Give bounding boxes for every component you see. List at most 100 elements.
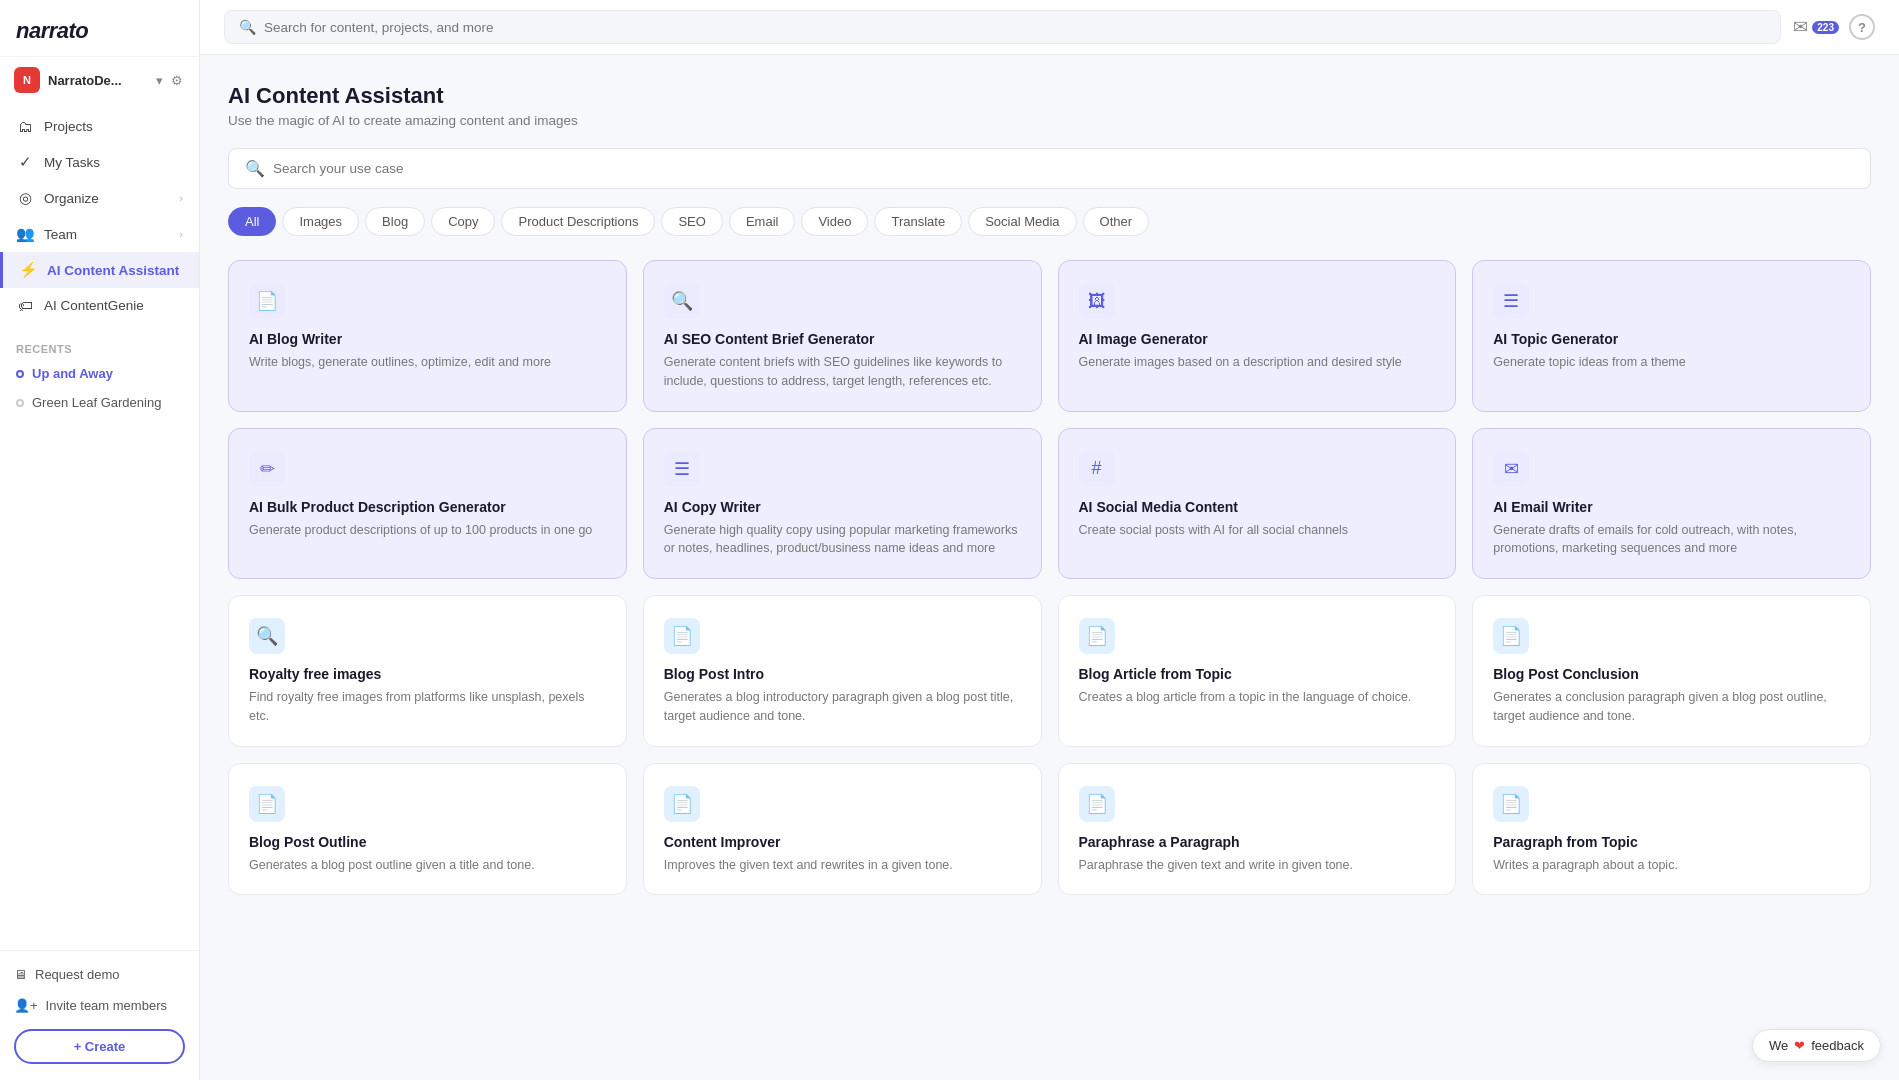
ai-copy-writer-title: AI Copy Writer [664,499,1021,515]
tasks-icon: ✓ [16,153,34,171]
card-content-improver[interactable]: 📄 Content Improver Improves the given te… [643,763,1042,896]
page-subtitle: Use the magic of AI to create amazing co… [228,113,1871,128]
ai-image-generator-icon: 🖼 [1079,283,1115,319]
filter-tab-all[interactable]: All [228,207,276,236]
ai-topic-generator-desc: Generate topic ideas from a theme [1493,353,1850,372]
card-royalty-free-images[interactable]: 🔍 Royalty free images Find royalty free … [228,595,627,747]
recent-item-green-leaf[interactable]: Green Leaf Gardening [0,388,199,417]
filter-tab-images[interactable]: Images [282,207,359,236]
filter-tab-blog[interactable]: Blog [365,207,425,236]
sidebar-item-label: Team [44,227,77,242]
account-switcher[interactable]: N NarratoDe... ▾ ⚙ [0,57,199,103]
notifications-button[interactable]: ✉ 223 [1793,16,1839,38]
sidebar-item-label: AI ContentGenie [44,298,144,313]
global-search-input[interactable] [264,20,1766,35]
feedback-label: We [1769,1038,1788,1053]
organize-icon: ◎ [16,189,34,207]
use-case-search-input[interactable] [273,161,1854,176]
feedback-button[interactable]: We ❤ feedback [1752,1029,1881,1062]
page-title: AI Content Assistant [228,83,1871,109]
sidebar-item-label: Projects [44,119,93,134]
card-blog-post-conclusion[interactable]: 📄 Blog Post Conclusion Generates a concl… [1472,595,1871,747]
filter-tab-product-descriptions[interactable]: Product Descriptions [501,207,655,236]
cards-grid: 📄 AI Blog Writer Write blogs, generate o… [228,260,1871,895]
blog-post-outline-icon: 📄 [249,786,285,822]
filter-tab-video[interactable]: Video [801,207,868,236]
recents-label: Recents [0,329,199,359]
card-ai-seo-content-brief[interactable]: 🔍 AI SEO Content Brief Generator Generat… [643,260,1042,412]
blog-article-from-topic-desc: Creates a blog article from a topic in t… [1079,688,1436,707]
sidebar-item-ai-content-genie[interactable]: 🏷 AI ContentGenie [0,288,199,323]
sidebar-item-organize[interactable]: ◎ Organize › [0,180,199,216]
paragraph-from-topic-desc: Writes a paragraph about a topic. [1493,856,1850,875]
card-ai-email-writer[interactable]: ✉ AI Email Writer Generate drafts of ema… [1472,428,1871,580]
recent-dot-icon [16,399,24,407]
card-ai-topic-generator[interactable]: ☰ AI Topic Generator Generate topic idea… [1472,260,1871,412]
chevron-right-icon: › [179,228,183,240]
topbar: 🔍 ✉ 223 ? [200,0,1899,55]
filter-tab-social-media[interactable]: Social Media [968,207,1076,236]
card-paraphrase-paragraph[interactable]: 📄 Paraphrase a Paragraph Paraphrase the … [1058,763,1457,896]
card-ai-bulk-product[interactable]: ✏ AI Bulk Product Description Generator … [228,428,627,580]
filter-tab-email[interactable]: Email [729,207,796,236]
paraphrase-paragraph-title: Paraphrase a Paragraph [1079,834,1436,850]
content-improver-icon: 📄 [664,786,700,822]
add-user-icon: 👤+ [14,998,38,1013]
card-blog-article-from-topic[interactable]: 📄 Blog Article from Topic Creates a blog… [1058,595,1457,747]
request-demo-label: Request demo [35,967,120,982]
blog-post-conclusion-desc: Generates a conclusion paragraph given a… [1493,688,1850,726]
filter-tab-copy[interactable]: Copy [431,207,495,236]
filter-tab-seo[interactable]: SEO [661,207,722,236]
sidebar-item-ai-content-assistant[interactable]: ⚡ AI Content Assistant [0,252,199,288]
mail-icon: ✉ [1793,16,1808,38]
global-search-bar[interactable]: 🔍 [224,10,1781,44]
card-ai-blog-writer[interactable]: 📄 AI Blog Writer Write blogs, generate o… [228,260,627,412]
paragraph-from-topic-icon: 📄 [1493,786,1529,822]
card-blog-post-intro[interactable]: 📄 Blog Post Intro Generates a blog intro… [643,595,1042,747]
recent-item-label: Green Leaf Gardening [32,395,161,410]
ai-seo-content-brief-icon: 🔍 [664,283,700,319]
content-area: AI Content Assistant Use the magic of AI… [200,55,1899,1080]
recent-item-label: Up and Away [32,366,113,381]
topbar-actions: ✉ 223 ? [1793,14,1875,40]
account-settings-icon[interactable]: ⚙ [169,71,185,90]
filter-tab-other[interactable]: Other [1083,207,1150,236]
feedback-suffix: feedback [1811,1038,1864,1053]
main-nav: 🗂 Projects ✓ My Tasks ◎ Organize › 👥 Tea… [0,103,199,329]
invite-team-label: Invite team members [46,998,167,1013]
account-actions: ▾ ⚙ [154,71,185,90]
logo-area: narrato [0,0,199,57]
royalty-free-images-title: Royalty free images [249,666,606,682]
create-button[interactable]: + Create [14,1029,185,1064]
ai-bulk-product-desc: Generate product descriptions of up to 1… [249,521,606,540]
sidebar-item-projects[interactable]: 🗂 Projects [0,109,199,144]
sidebar-item-label: Organize [44,191,99,206]
recent-item-up-and-away[interactable]: Up and Away [0,359,199,388]
card-ai-image-generator[interactable]: 🖼 AI Image Generator Generate images bas… [1058,260,1457,412]
paraphrase-paragraph-desc: Paraphrase the given text and write in g… [1079,856,1436,875]
filter-tabs: All Images Blog Copy Product Description… [228,207,1871,236]
sidebar-item-label: My Tasks [44,155,100,170]
card-blog-post-outline[interactable]: 📄 Blog Post Outline Generates a blog pos… [228,763,627,896]
ai-seo-content-brief-desc: Generate content briefs with SEO guideli… [664,353,1021,391]
account-chevron-down[interactable]: ▾ [154,71,165,90]
card-ai-social-media[interactable]: # AI Social Media Content Create social … [1058,428,1457,580]
invite-team-button[interactable]: 👤+ Invite team members [14,994,185,1017]
blog-post-conclusion-icon: 📄 [1493,618,1529,654]
card-paragraph-from-topic[interactable]: 📄 Paragraph from Topic Writes a paragrap… [1472,763,1871,896]
card-ai-copy-writer[interactable]: ☰ AI Copy Writer Generate high quality c… [643,428,1042,580]
ai-topic-generator-icon: ☰ [1493,283,1529,319]
filter-tab-translate[interactable]: Translate [874,207,962,236]
ai-blog-writer-desc: Write blogs, generate outlines, optimize… [249,353,606,372]
search-icon: 🔍 [245,159,265,178]
request-demo-button[interactable]: 🖥 Request demo [14,963,185,986]
sidebar-item-team[interactable]: 👥 Team › [0,216,199,252]
help-button[interactable]: ? [1849,14,1875,40]
notification-badge: 223 [1812,21,1839,34]
blog-post-intro-desc: Generates a blog introductory paragraph … [664,688,1021,726]
app-logo: narrato [16,18,88,43]
sidebar-item-my-tasks[interactable]: ✓ My Tasks [0,144,199,180]
use-case-search-bar[interactable]: 🔍 [228,148,1871,189]
ai-copy-writer-desc: Generate high quality copy using popular… [664,521,1021,559]
chevron-right-icon: › [179,192,183,204]
